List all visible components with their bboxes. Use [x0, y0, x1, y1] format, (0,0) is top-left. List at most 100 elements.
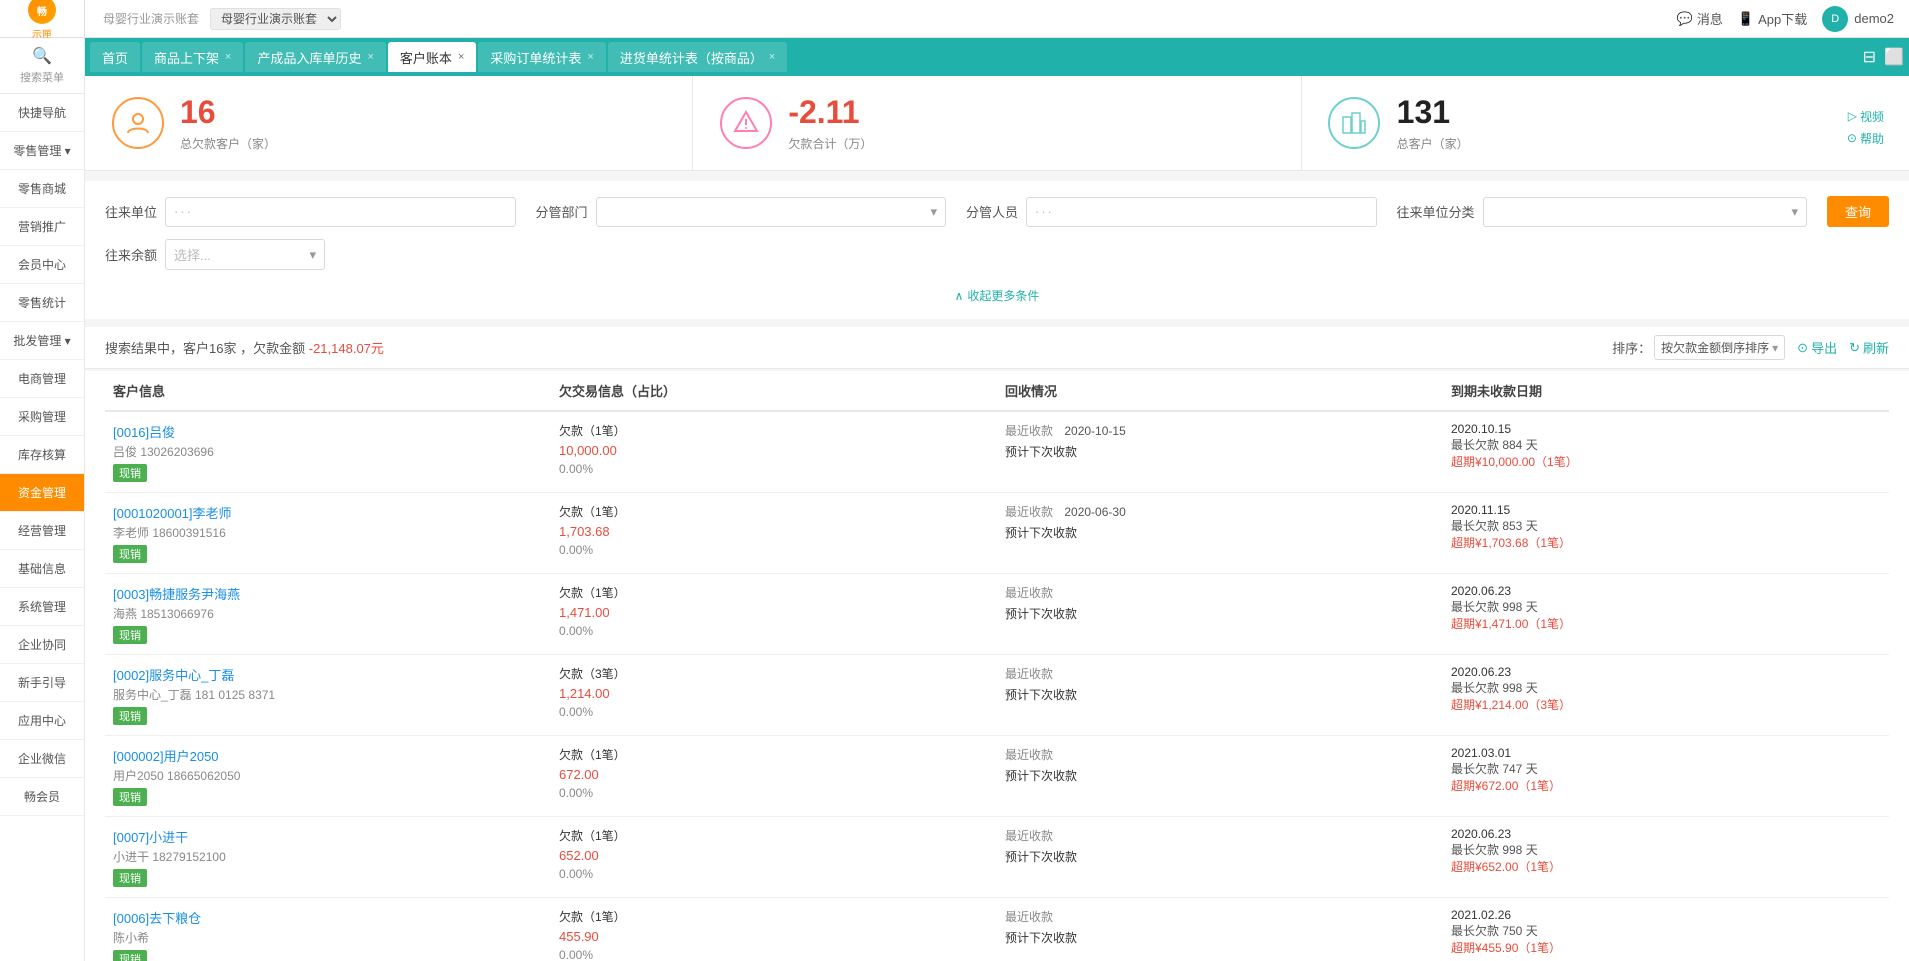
sidebar-item-finance[interactable]: 资金管理 [0, 474, 84, 512]
tab-product-status-close[interactable]: × [225, 51, 231, 63]
customer-name-3[interactable]: [0003]畅捷服务尹海燕 [113, 584, 543, 603]
sidebar-item-wholesale[interactable]: 批发管理 ▾ [0, 322, 84, 360]
sidebar-item-ecommerce[interactable]: 电商管理 [0, 360, 84, 398]
top-app-right: 💬 demo2 消息 📱 App下载 D demo2 [1662, 6, 1909, 32]
tab-purchase-stats[interactable]: 采购订单统计表 × [478, 42, 605, 72]
customer-sub-5: 用户2050 18665062050 [113, 767, 543, 784]
table-area: 客户信息 欠交易信息（占比） 回收情况 到期未收款日期 [0016]吕俊 吕俊 … [85, 371, 1909, 961]
table-row: [0001020001]李老师 李老师 18600391516 现销 欠款（1笔… [105, 493, 1889, 574]
debt-pct-7: 0.00% [559, 948, 989, 961]
tab-inbound-stats-close[interactable]: × [769, 51, 775, 63]
stat-info-overdue: 16 总欠款客户（家） [180, 94, 276, 152]
sidebar-item-retail-mgmt[interactable]: 零售管理 ▾ [0, 132, 84, 170]
purchase-label: 采购管理 [18, 410, 66, 424]
tab-customer-account[interactable]: 客户账本 × [388, 42, 476, 72]
table-row: [0002]服务中心_丁磊 服务中心_丁磊 181 0125 8371 现销 欠… [105, 655, 1889, 736]
debt-count-4: 欠款（3笔） [559, 665, 989, 682]
overdue-text-1[interactable]: 超期¥10,000.00（1笔） [1451, 453, 1881, 470]
person-dots: ··· [1035, 204, 1054, 219]
last-recv-1: 最近收款 2020-10-15 [1005, 422, 1435, 439]
filter-unit-input[interactable]: ··· [165, 197, 515, 227]
customer-name-1[interactable]: [0016]吕俊 [113, 422, 543, 441]
overdue-text-4[interactable]: 超期¥1,214.00（3笔） [1451, 696, 1881, 713]
sidebar-item-quick-nav[interactable]: 快捷导航 [0, 94, 84, 132]
filter-person-label: 分管人员 [966, 202, 1018, 221]
table-row: [000002]用户2050 用户2050 18665062050 现销 欠款（… [105, 736, 1889, 817]
refresh-btn[interactable]: ↻ 刷新 [1849, 338, 1889, 357]
video-btn[interactable]: ▷ 视频 [1848, 108, 1884, 125]
tab-prod-inbound-close[interactable]: × [367, 51, 373, 63]
customer-name-7[interactable]: [0006]去下粮仓 [113, 908, 543, 927]
tab-home[interactable]: 首页 [90, 42, 140, 72]
filter-classify-input[interactable] [1483, 197, 1807, 227]
customer-name-5[interactable]: [000002]用户2050 [113, 746, 543, 765]
next-recv-7: 预计下次收款 [1005, 929, 1435, 946]
sidebar-item-collab[interactable]: 企业协同 [0, 626, 84, 664]
user-avatar[interactable]: D demo2 [1822, 6, 1894, 32]
unit-dots: ··· [174, 204, 193, 219]
user-name: demo2 [1854, 11, 1894, 26]
filter-person-input[interactable]: ··· [1026, 197, 1376, 227]
result-text: 搜索结果中，客户16家 [105, 341, 236, 356]
export-btn[interactable]: ⊙ 导出 [1797, 338, 1837, 357]
sidebar-item-retail-stats[interactable]: 零售统计 [0, 284, 84, 322]
overdue-text-2[interactable]: 超期¥1,703.68（1笔） [1451, 534, 1881, 551]
next-recv-6: 预计下次收款 [1005, 848, 1435, 865]
stat-overdue-customers: 16 总欠款客户（家） [85, 76, 693, 170]
sidebar-item-apps[interactable]: 应用中心 [0, 702, 84, 740]
debt-count-1: 欠款（1笔） [559, 422, 989, 439]
basic-info-label: 基础信息 [18, 562, 66, 576]
filter-balance-input[interactable]: 选择... [165, 239, 325, 270]
query-btn[interactable]: 查询 [1827, 196, 1889, 227]
tab-prod-inbound[interactable]: 产成品入库单历史 × [245, 42, 385, 72]
overdue-text-3[interactable]: 超期¥1,471.00（1笔） [1451, 615, 1881, 632]
tab-inbound-stats[interactable]: 进货单统计表（按商品） × [608, 42, 787, 72]
management-label: 经营管理 [18, 524, 66, 538]
sidebar-item-basic-info[interactable]: 基础信息 [0, 550, 84, 588]
overdue-text-7[interactable]: 超期¥455.90（1笔） [1451, 939, 1881, 956]
overdue-text-6[interactable]: 超期¥652.00（1笔） [1451, 858, 1881, 875]
next-recv-1: 预计下次收款 [1005, 443, 1435, 460]
customer-name-2[interactable]: [0001020001]李老师 [113, 503, 543, 522]
sidebar-item-member[interactable]: 会员中心 [0, 246, 84, 284]
tab-maximize-icon[interactable]: ⬜ [1884, 47, 1904, 67]
video-label: 视频 [1860, 108, 1884, 125]
customer-name-4[interactable]: [0002]服务中心_丁磊 [113, 665, 543, 684]
cell-debt-1: 欠款（1笔） 10,000.00 0.00% [551, 422, 997, 476]
next-recv-2: 预计下次收款 [1005, 524, 1435, 541]
cell-customer-2: [0001020001]李老师 李老师 18600391516 现销 [105, 503, 551, 563]
overdue-text-5[interactable]: 超期¥672.00（1笔） [1451, 777, 1881, 794]
tab-customer-account-close[interactable]: × [458, 51, 464, 63]
sidebar-search-label: 搜索菜单 [20, 69, 64, 85]
tab-purchase-stats-close[interactable]: × [587, 51, 593, 63]
app-download-btn[interactable]: 📱 App下载 [1738, 9, 1807, 28]
suite-selector[interactable]: 母婴行业演示账套 [210, 8, 341, 30]
message-btn[interactable]: 💬 demo2 消息 [1677, 9, 1723, 28]
debt-pct-4: 0.00% [559, 705, 989, 719]
refresh-icon: ↻ [1849, 340, 1860, 356]
member-label: 会员中心 [18, 258, 66, 272]
customer-tag-1: 现销 [113, 464, 147, 482]
sidebar-item-inventory[interactable]: 库存核算 [0, 436, 84, 474]
customer-tag-7: 现销 [113, 950, 147, 961]
sidebar-item-purchase[interactable]: 采购管理 [0, 398, 84, 436]
sidebar-item-management[interactable]: 经营管理 [0, 512, 84, 550]
tab-collapse-icon[interactable]: ⊟ [1863, 47, 1876, 67]
cell-recover-2: 最近收款 2020-06-30 预计下次收款 [997, 503, 1443, 541]
sidebar-item-retail-mall[interactable]: 零售商城 [0, 170, 84, 208]
collapse-row[interactable]: ∧ 收起更多条件 [105, 282, 1889, 314]
customer-name-6[interactable]: [0007]小进干 [113, 827, 543, 846]
filter-classify: 往来单位分类 [1397, 197, 1808, 227]
sidebar-item-wechat[interactable]: 企业微信 [0, 740, 84, 778]
help-btn[interactable]: ⊙ 帮助 [1847, 130, 1884, 147]
sort-select[interactable]: 按欠款金额倒序排序 [1654, 335, 1785, 360]
sidebar-item-vip[interactable]: 畅会员 [0, 778, 84, 816]
sidebar-item-guide[interactable]: 新手引导 [0, 664, 84, 702]
stat-icon-circle-teal [1328, 97, 1380, 149]
tab-product-status[interactable]: 商品上下架 × [142, 42, 243, 72]
sidebar-item-system[interactable]: 系统管理 [0, 588, 84, 626]
overdue-days-1: 最长欠款 884 天 [1451, 436, 1881, 453]
sidebar-item-marketing[interactable]: 营销推广 [0, 208, 84, 246]
filter-dept-input[interactable] [596, 197, 946, 227]
inventory-label: 库存核算 [18, 448, 66, 462]
